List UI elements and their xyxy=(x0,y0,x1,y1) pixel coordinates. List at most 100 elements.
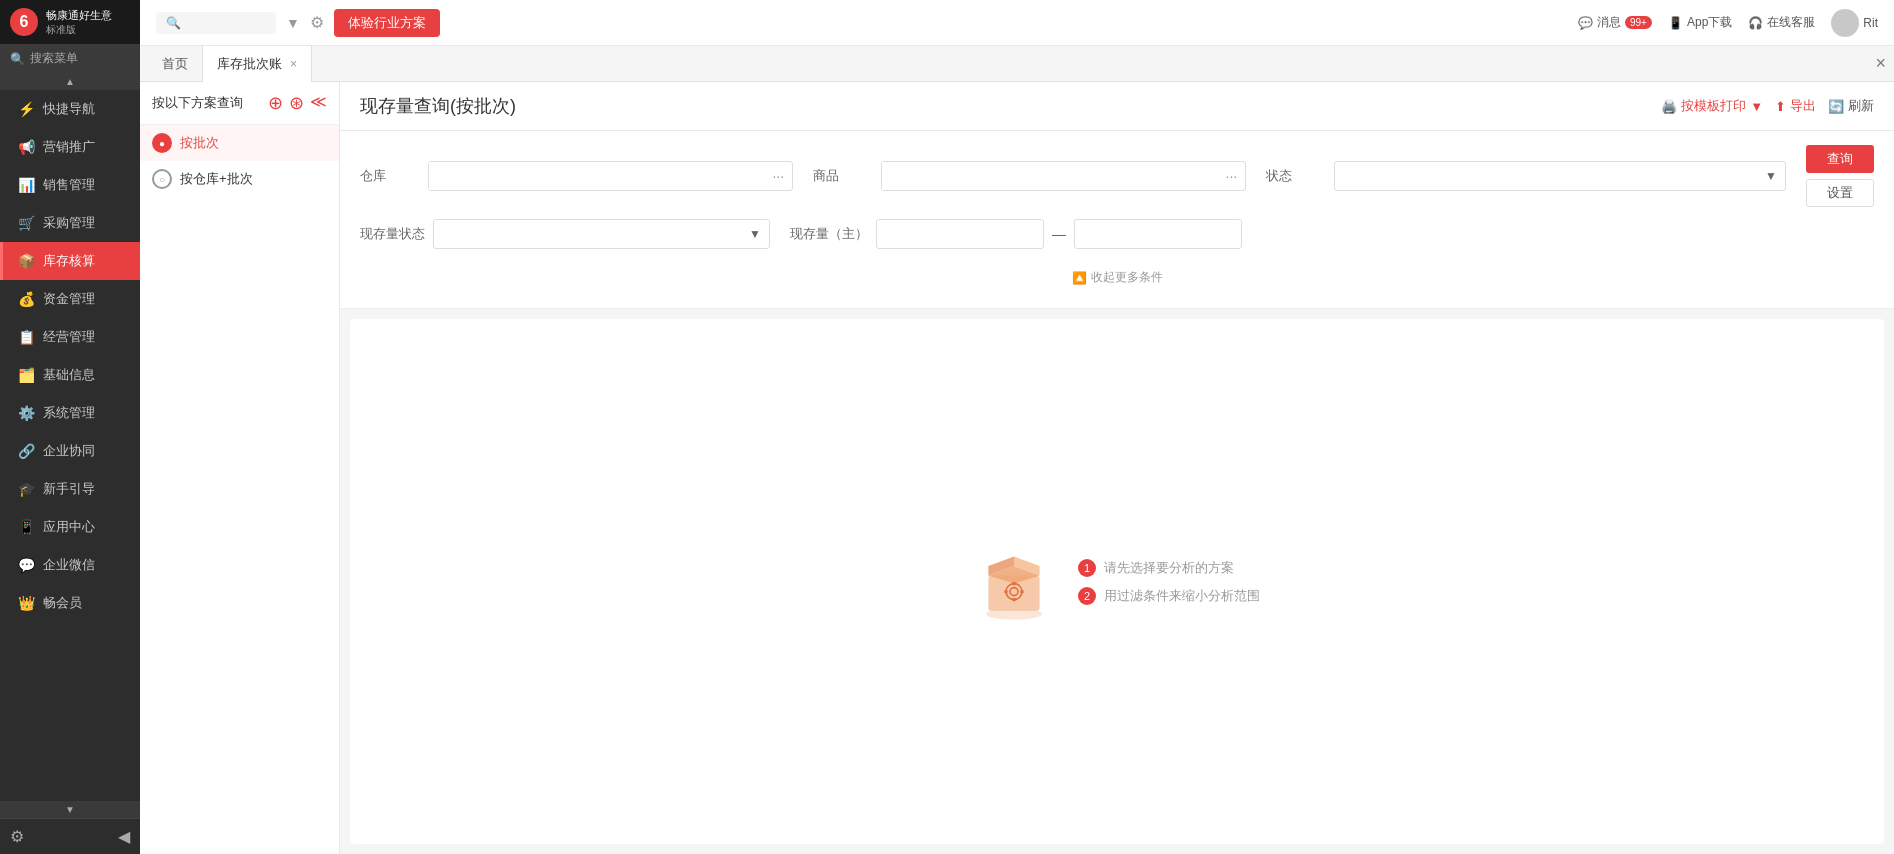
svg-rect-8 xyxy=(1012,598,1015,601)
empty-state-icon xyxy=(974,542,1054,622)
sidebar-item-wechat[interactable]: 💬 企业微信 xyxy=(0,546,140,584)
page-header: 现存量查询(按批次) 🖨️ 按模板打印 ▼ ⬆ 导出 🔄 刷新 xyxy=(340,82,1894,131)
sidebar-nav: ⚡ 快捷导航 📢 营销推广 📊 销售管理 🛒 采购管理 📦 库存核算 💰 资金管… xyxy=(0,90,140,801)
warehouse-input[interactable] xyxy=(429,162,764,190)
tip-text-1: 请先选择要分析的方案 xyxy=(1104,559,1234,577)
sidebar-item-label: 销售管理 xyxy=(43,176,95,194)
sidebar-item-label: 资金管理 xyxy=(43,290,95,308)
sidebar-footer: ⚙ ◀ xyxy=(0,818,140,854)
basic-info-icon: 🗂️ xyxy=(17,366,35,384)
topbar-search-icon: 🔍 xyxy=(166,16,181,30)
product-input[interactable] xyxy=(882,162,1217,190)
sidebar-item-operations[interactable]: 📋 经营管理 xyxy=(0,318,140,356)
status-filter-select[interactable]: ▼ xyxy=(1334,161,1786,191)
sidebar-item-purchase[interactable]: 🛒 采购管理 xyxy=(0,204,140,242)
operations-icon: 📋 xyxy=(17,328,35,346)
topbar-actions: 💬 消息 99+ 📱 App下载 🎧 在线客服 Rit xyxy=(1578,9,1878,37)
collapse-up-icon: 🔼 xyxy=(1072,271,1087,285)
print-icon: 🖨️ xyxy=(1661,99,1677,114)
system-icon: ⚙️ xyxy=(17,404,35,422)
warehouse-search-icon: ··· xyxy=(764,168,792,184)
sidebar-scroll-up[interactable]: ▲ xyxy=(0,73,140,90)
app-download-button[interactable]: 📱 App下载 xyxy=(1668,14,1732,31)
sidebar-scroll-down[interactable]: ▼ xyxy=(0,801,140,818)
refresh-button[interactable]: 🔄 刷新 xyxy=(1828,97,1874,115)
warehouse-filter-input[interactable]: ··· xyxy=(428,161,793,191)
collapse-bar[interactable]: 🔼 收起更多条件 xyxy=(360,261,1874,294)
svg-rect-9 xyxy=(1004,590,1007,593)
sidebar-item-guide[interactable]: 🎓 新手引导 xyxy=(0,470,140,508)
collapse-icon[interactable]: ◀ xyxy=(118,827,130,846)
search-icon: 🔍 xyxy=(10,52,25,66)
export-button[interactable]: ⬆ 导出 xyxy=(1775,97,1816,115)
scheme-by-warehouse-batch[interactable]: ○ 按仓库+批次 xyxy=(140,161,339,197)
sidebar-item-app-center[interactable]: 📱 应用中心 xyxy=(0,508,140,546)
app-center-icon: 📱 xyxy=(17,518,35,536)
tab-panel-close-icon[interactable]: × xyxy=(1875,53,1886,74)
purchase-icon: 🛒 xyxy=(17,214,35,232)
quick-nav-icon: ⚡ xyxy=(17,100,35,118)
customer-service-button[interactable]: 🎧 在线客服 xyxy=(1748,14,1815,31)
add-scheme-icon[interactable]: ⊕ xyxy=(268,92,283,114)
tab-bar: 首页 库存批次账 × × xyxy=(140,46,1894,82)
print-dropdown-icon[interactable]: ▼ xyxy=(1750,99,1763,114)
product-filter-input[interactable]: ··· xyxy=(881,161,1246,191)
query-button[interactable]: 查询 xyxy=(1806,145,1874,173)
marketing-icon: 📢 xyxy=(17,138,35,156)
message-button[interactable]: 💬 消息 99+ xyxy=(1578,14,1652,31)
sidebar-item-enterprise[interactable]: 🔗 企业协同 xyxy=(0,432,140,470)
tab-panel-close[interactable]: × xyxy=(1875,53,1886,74)
status-dropdown-icon: ▼ xyxy=(1765,169,1777,183)
filter-row-1: 仓库 ··· 商品 ··· 状态 xyxy=(360,145,1874,207)
tip-num-1: 1 xyxy=(1078,559,1096,577)
sidebar-item-quick-nav[interactable]: ⚡ 快捷导航 xyxy=(0,90,140,128)
message-label: 消息 xyxy=(1597,14,1621,31)
sidebar-item-basic-info[interactable]: 🗂️ 基础信息 xyxy=(0,356,140,394)
stock-qty-to-input[interactable] xyxy=(1074,219,1242,249)
scheme-by-batch[interactable]: ● 按批次 xyxy=(140,125,339,161)
finance-icon: 💰 xyxy=(17,290,35,308)
topbar-settings-icon[interactable]: ⚙ xyxy=(310,13,324,32)
settings-button[interactable]: 设置 xyxy=(1806,179,1874,207)
sidebar-item-label: 企业微信 xyxy=(43,556,95,574)
stock-status-label: 现存量状态 xyxy=(360,225,425,243)
sidebar-item-label: 系统管理 xyxy=(43,404,95,422)
sidebar-item-marketing[interactable]: 📢 营销推广 xyxy=(0,128,140,166)
stock-qty-from-input[interactable] xyxy=(876,219,1044,249)
try-industry-button[interactable]: 体验行业方案 xyxy=(334,9,440,37)
sidebar-item-finance[interactable]: 💰 资金管理 xyxy=(0,280,140,318)
stock-status-select[interactable]: ▼ xyxy=(433,219,770,249)
settings-scheme-icon[interactable]: ⊛ xyxy=(289,92,304,114)
tip-text-2: 用过滤条件来缩小分析范围 xyxy=(1104,587,1260,605)
sidebar-header: 6 畅康通好生意 标准版 xyxy=(0,0,140,44)
main-content: 🔍 ▼ ⚙ 体验行业方案 💬 消息 99+ 📱 App下载 🎧 在线客服 Rit xyxy=(140,0,1894,854)
topbar-dropdown-icon[interactable]: ▼ xyxy=(286,15,300,31)
sidebar-item-member[interactable]: 👑 畅会员 xyxy=(0,584,140,622)
settings-icon[interactable]: ⚙ xyxy=(10,827,24,846)
sidebar-item-label: 新手引导 xyxy=(43,480,95,498)
user-avatar-button[interactable]: Rit xyxy=(1831,9,1878,37)
sidebar-item-label: 经营管理 xyxy=(43,328,95,346)
filter-actions: 查询 设置 xyxy=(1806,145,1874,207)
print-label: 按模板打印 xyxy=(1681,97,1746,115)
sidebar-search[interactable]: 🔍 搜索菜单 xyxy=(0,44,140,73)
tab-close-icon[interactable]: × xyxy=(290,57,297,71)
stock-qty-dash: — xyxy=(1052,226,1066,242)
sidebar-item-sales[interactable]: 📊 销售管理 xyxy=(0,166,140,204)
topbar-search[interactable]: 🔍 xyxy=(156,12,276,34)
print-button[interactable]: 🖨️ 按模板打印 ▼ xyxy=(1661,97,1763,115)
refresh-icon: 🔄 xyxy=(1828,99,1844,114)
tip-item-2: 2 用过滤条件来缩小分析范围 xyxy=(1078,587,1260,605)
sidebar-item-label: 库存核算 xyxy=(43,252,95,270)
scheme-batch-icon: ● xyxy=(152,133,172,153)
app-download-label: App下载 xyxy=(1687,14,1732,31)
tab-inventory-batch[interactable]: 库存批次账 × xyxy=(203,46,312,82)
collapse-scheme-icon[interactable]: ≪ xyxy=(310,92,327,114)
sidebar-item-system[interactable]: ⚙️ 系统管理 xyxy=(0,394,140,432)
warehouse-filter-label: 仓库 xyxy=(360,167,420,185)
sidebar-item-inventory[interactable]: 📦 库存核算 xyxy=(0,242,140,280)
tab-home[interactable]: 首页 xyxy=(148,46,203,82)
scheme-batch-label: 按批次 xyxy=(180,134,219,152)
refresh-label: 刷新 xyxy=(1848,97,1874,115)
scheme-warehouse-batch-icon: ○ xyxy=(152,169,172,189)
